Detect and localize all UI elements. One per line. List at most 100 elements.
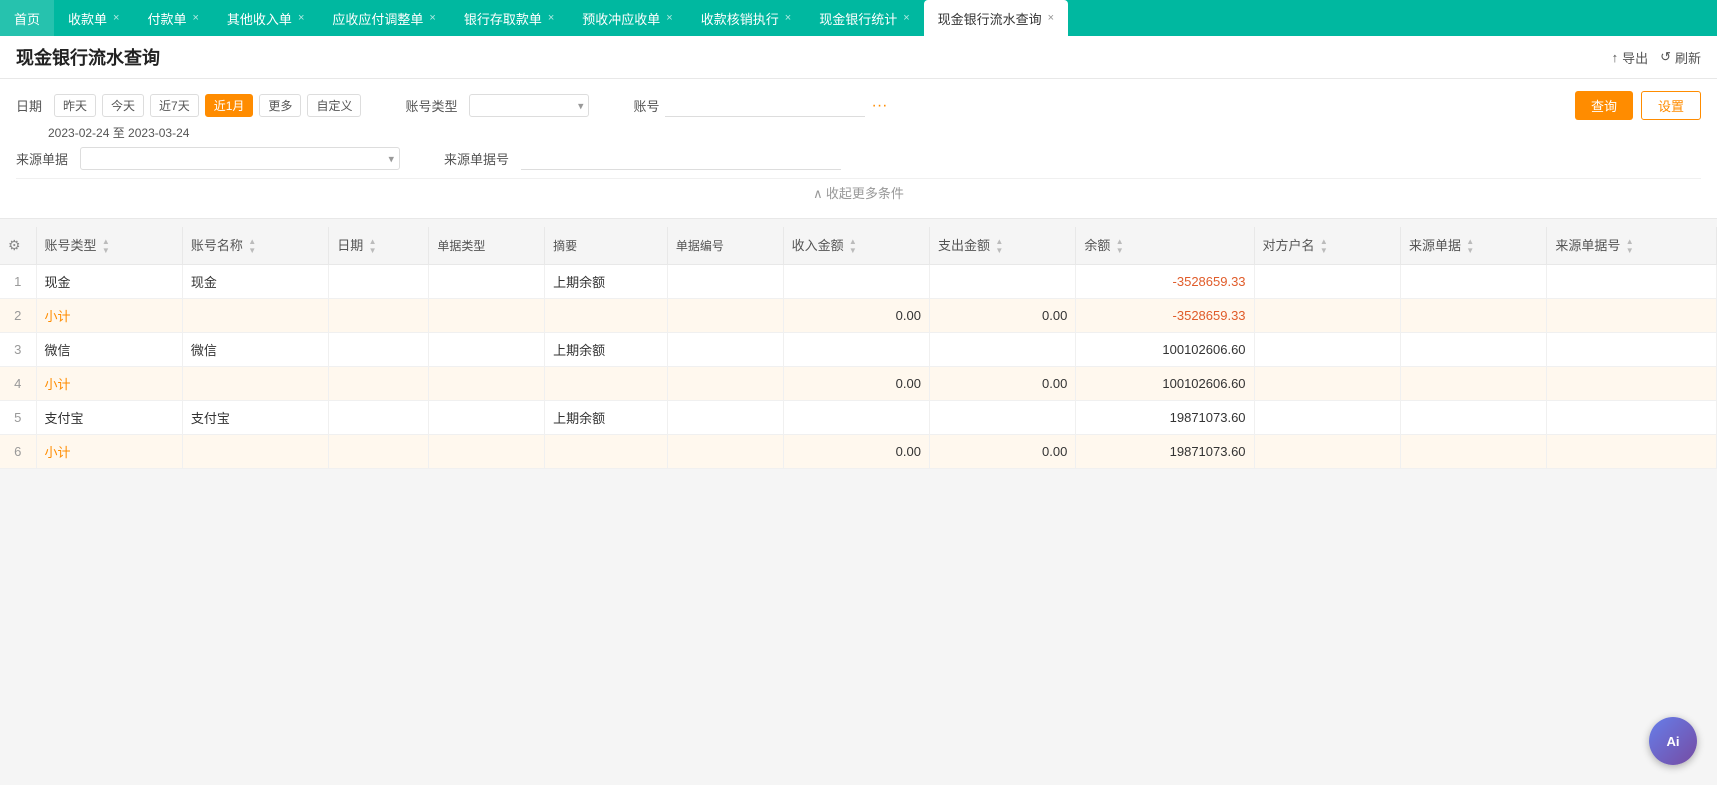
cell-income xyxy=(783,264,929,298)
cell-doc-type xyxy=(429,366,545,400)
nav-prepay[interactable]: 预收冲应收单 × xyxy=(568,0,686,36)
cell-account-name: 现金 xyxy=(182,264,328,298)
cell-doc-no xyxy=(667,332,783,366)
nav-payment[interactable]: 付款单 × xyxy=(133,0,212,36)
cell-doc-no xyxy=(667,264,783,298)
date-btn-more[interactable]: 更多 xyxy=(259,94,301,117)
cell-balance: 100102606.60 xyxy=(1076,366,1254,400)
nav-verify[interactable]: 收款核销执行 × xyxy=(687,0,805,36)
cell-expense: 0.00 xyxy=(929,298,1075,332)
date-btn-custom[interactable]: 自定义 xyxy=(307,94,361,117)
cell-income xyxy=(783,400,929,434)
col-income: 收入金额 ▲▼ xyxy=(783,227,929,264)
filter-row-1: 日期 昨天 今天 近7天 近1月 更多 自定义 账号类型 现金 微信 支付宝 账… xyxy=(16,91,1701,120)
nav-home[interactable]: 首页 xyxy=(0,0,54,36)
col-summary: 摘要 xyxy=(545,227,668,264)
nav-payment-label: 付款单 xyxy=(147,9,186,28)
col-gear: ⚙ xyxy=(0,227,36,264)
date-btn-today[interactable]: 今天 xyxy=(102,94,144,117)
cell-source-doc-no xyxy=(1547,332,1717,366)
cell-date xyxy=(329,264,429,298)
nav-verify-close[interactable]: × xyxy=(785,12,791,24)
col-date: 日期 ▲▼ xyxy=(329,227,429,264)
settings-button[interactable]: 设置 xyxy=(1641,91,1701,120)
nav-other-income-close[interactable]: × xyxy=(298,12,304,24)
nav-payment-close[interactable]: × xyxy=(192,12,198,24)
sort-balance[interactable]: ▲▼ xyxy=(1116,238,1124,256)
date-btn-yesterday[interactable]: 昨天 xyxy=(54,94,96,117)
cell-expense: 0.00 xyxy=(929,366,1075,400)
ai-badge-label: Ai xyxy=(1667,734,1680,749)
cell-expense xyxy=(929,332,1075,366)
nav-receipt[interactable]: 收款单 × xyxy=(54,0,133,36)
account-field: 账号 ··· xyxy=(633,95,887,117)
page-header: 现金银行流水查询 ↑ 导出 ↺ 刷新 xyxy=(0,36,1717,79)
refresh-button[interactable]: ↺ 刷新 xyxy=(1660,48,1701,67)
cell-account-name xyxy=(182,434,328,468)
nav-bank-deposit-label: 银行存取款单 xyxy=(464,9,542,28)
sort-date[interactable]: ▲▼ xyxy=(369,238,377,256)
table-body: 1 现金 现金 上期余额 -3528659.33 2 小计 0.00 0.00 … xyxy=(0,264,1717,468)
sort-counterpart[interactable]: ▲▼ xyxy=(1320,238,1328,256)
nav-bank-stats-close[interactable]: × xyxy=(903,12,909,24)
nav-bank-flow[interactable]: 现金银行流水查询 × xyxy=(924,0,1068,36)
nav-receipt-close[interactable]: × xyxy=(113,12,119,24)
page-title: 现金银行流水查询 xyxy=(16,44,160,70)
cell-date xyxy=(329,434,429,468)
col-source-doc-no: 来源单据号 ▲▼ xyxy=(1547,227,1717,264)
nav-bank-stats[interactable]: 现金银行统计 × xyxy=(805,0,923,36)
nav-adjustment[interactable]: 应收应付调整单 × xyxy=(318,0,449,36)
nav-bank-deposit-close[interactable]: × xyxy=(548,12,554,24)
nav-other-income[interactable]: 其他收入单 × xyxy=(213,0,318,36)
account-dots-button[interactable]: ··· xyxy=(871,97,887,115)
date-btn-1month[interactable]: 近1月 xyxy=(205,94,254,117)
cell-expense xyxy=(929,264,1075,298)
source-doc-select[interactable] xyxy=(80,147,400,170)
nav-bank-deposit[interactable]: 银行存取款单 × xyxy=(450,0,568,36)
nav-prepay-close[interactable]: × xyxy=(666,12,672,24)
sort-source-doc[interactable]: ▲▼ xyxy=(1466,238,1474,256)
cell-row-num: 1 xyxy=(0,264,36,298)
cell-account-name: 微信 xyxy=(182,332,328,366)
date-filter-label: 日期 xyxy=(16,96,42,115)
collapse-bar[interactable]: ∧ 收起更多条件 xyxy=(16,178,1701,206)
cell-account-type: 小计 xyxy=(36,366,182,400)
col-account-type: 账号类型 ▲▼ xyxy=(36,227,182,264)
cell-counterpart xyxy=(1254,332,1400,366)
account-type-select-wrapper: 现金 微信 支付宝 xyxy=(469,94,589,117)
cell-counterpart xyxy=(1254,298,1400,332)
sort-expense[interactable]: ▲▼ xyxy=(995,238,1003,256)
cell-summary: 上期余额 xyxy=(545,332,668,366)
cell-balance: -3528659.33 xyxy=(1076,264,1254,298)
sort-income[interactable]: ▲▼ xyxy=(849,238,857,256)
gear-icon[interactable]: ⚙ xyxy=(8,237,21,253)
account-type-label: 账号类型 xyxy=(405,96,457,115)
sort-account-type[interactable]: ▲▼ xyxy=(102,238,110,256)
source-doc-select-wrapper xyxy=(80,147,400,170)
source-doc-no-input[interactable] xyxy=(521,148,841,170)
data-table: ⚙ 账号类型 ▲▼ 账号名称 ▲▼ 日期 ▲▼ 单据类型 摘要 单据编号 xyxy=(0,227,1717,469)
cell-counterpart xyxy=(1254,264,1400,298)
collapse-label: 收起更多条件 xyxy=(826,186,904,201)
cell-income: 0.00 xyxy=(783,366,929,400)
nav-receipt-label: 收款单 xyxy=(68,9,107,28)
cell-doc-no xyxy=(667,400,783,434)
account-label: 账号 xyxy=(633,96,659,115)
export-button[interactable]: ↑ 导出 xyxy=(1612,48,1649,67)
refresh-label: 刷新 xyxy=(1675,48,1701,67)
sort-account-name[interactable]: ▲▼ xyxy=(248,238,256,256)
filter-area: 日期 昨天 今天 近7天 近1月 更多 自定义 账号类型 现金 微信 支付宝 账… xyxy=(0,79,1717,219)
account-type-select[interactable]: 现金 微信 支付宝 xyxy=(469,94,589,117)
cell-source-doc-no xyxy=(1547,298,1717,332)
nav-adjustment-close[interactable]: × xyxy=(429,12,435,24)
account-input[interactable] xyxy=(665,95,865,117)
cell-income xyxy=(783,332,929,366)
nav-bank-flow-close[interactable]: × xyxy=(1048,12,1054,24)
query-button[interactable]: 查询 xyxy=(1575,91,1633,120)
sort-source-doc-no[interactable]: ▲▼ xyxy=(1626,238,1634,256)
col-doc-type: 单据类型 xyxy=(429,227,545,264)
cell-source-doc-no xyxy=(1547,434,1717,468)
col-expense: 支出金额 ▲▼ xyxy=(929,227,1075,264)
ai-badge[interactable]: Ai xyxy=(1649,717,1697,765)
date-btn-7days[interactable]: 近7天 xyxy=(150,94,199,117)
